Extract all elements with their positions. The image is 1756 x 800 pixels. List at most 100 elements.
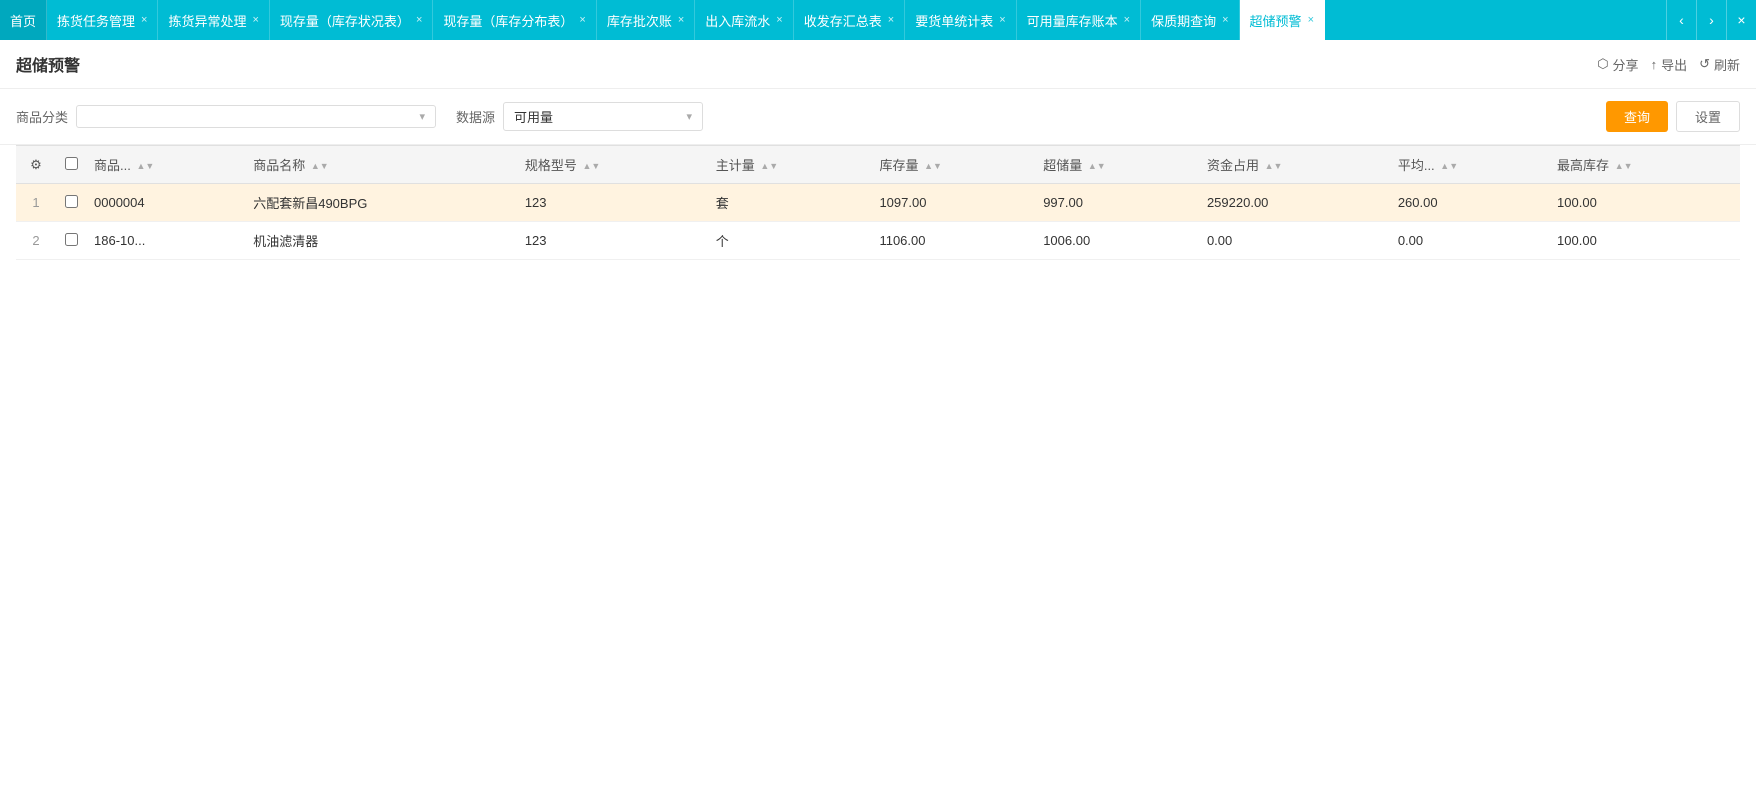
close-icon[interactable]: × [579,14,585,26]
col-max-stock-label: 最高库存 [1557,158,1609,173]
close-icon[interactable]: × [141,14,147,26]
nav-item-inout[interactable]: 出入库流水 × [695,0,793,40]
cell-product-name: 六配套新昌490BPG [245,184,517,222]
col-capital[interactable]: 资金占用 ▲▼ [1199,146,1390,184]
col-avg[interactable]: 平均... ▲▼ [1390,146,1549,184]
col-unit-label: 主计量 [716,158,755,173]
sort-icon: ▲▼ [760,162,778,171]
filter-group-datasource: 数据源 可用量 ▾ [456,102,703,131]
cell-product-code: 0000004 [86,184,245,222]
nav-item-abnormal[interactable]: 拣货异常处理 × [158,0,269,40]
cell-unit: 套 [708,184,872,222]
cell-max-stock: 100.00 [1549,184,1740,222]
refresh-button[interactable]: ↺ 刷新 [1699,55,1740,74]
row-checkbox[interactable] [65,195,78,208]
close-icon[interactable]: × [252,14,258,26]
datasource-select[interactable]: 可用量 ▾ [503,102,703,131]
col-overstock[interactable]: 超储量 ▲▼ [1035,146,1199,184]
col-capital-label: 资金占用 [1207,158,1259,173]
col-spec-label: 规格型号 [525,158,577,173]
share-icon: ⬡ [1597,56,1608,72]
header-actions: ⬡ 分享 ↑ 导出 ↺ 刷新 [1597,55,1740,74]
settings-button[interactable]: 设置 [1676,101,1740,132]
export-button[interactable]: ↑ 导出 [1651,55,1688,74]
table-container: ⚙ 商品... ▲▼ 商品名称 ▲▼ 规格型号 ▲▼ [0,145,1756,260]
cell-stock: 1106.00 [871,222,1035,260]
close-icon[interactable]: × [999,14,1005,26]
table-header-row: ⚙ 商品... ▲▼ 商品名称 ▲▼ 规格型号 ▲▼ [16,146,1740,184]
col-unit[interactable]: 主计量 ▲▼ [708,146,872,184]
page-header: 超储预警 ⬡ 分享 ↑ 导出 ↺ 刷新 [0,40,1756,89]
cell-overstock: 1006.00 [1035,222,1199,260]
filter-area: 商品分类 ▾ 数据源 可用量 ▾ 查询 设置 [0,89,1756,145]
nav-item-overstock[interactable]: 超储预警 × [1240,0,1325,40]
cell-stock: 1097.00 [871,184,1035,222]
sort-icon: ▲▼ [1615,162,1633,171]
sort-icon: ▲▼ [136,162,154,171]
cell-product-code: 186-10... [86,222,245,260]
close-icon[interactable]: × [1308,14,1314,26]
filter-actions: 查询 设置 [1606,101,1740,132]
nav-item-home[interactable]: 首页 [0,0,47,40]
nav-item-stock-status[interactable]: 现存量（库存状况表） × [270,0,433,40]
select-all-checkbox[interactable] [65,157,78,170]
nav-item-summary[interactable]: 收发存汇总表 × [794,0,905,40]
sort-icon: ▲▼ [311,162,329,171]
col-overstock-label: 超储量 [1043,158,1082,173]
cell-capital: 0.00 [1199,222,1390,260]
sort-icon: ▲▼ [582,162,600,171]
close-icon[interactable]: × [888,14,894,26]
nav-arrow-left[interactable]: ‹ [1666,0,1696,40]
col-checkbox [56,146,86,184]
sort-icon: ▲▼ [1088,162,1106,171]
nav-arrow-close[interactable]: × [1726,0,1756,40]
col-product-name[interactable]: 商品名称 ▲▼ [245,146,517,184]
sort-icon: ▲▼ [1265,162,1283,171]
share-button[interactable]: ⬡ 分享 [1597,55,1638,74]
cell-spec: 123 [517,222,708,260]
col-stock[interactable]: 库存量 ▲▼ [871,146,1035,184]
col-gear: ⚙ [16,146,56,184]
cell-max-stock: 100.00 [1549,222,1740,260]
row-num: 1 [16,184,56,222]
cell-unit: 个 [708,222,872,260]
page-content: 超储预警 ⬡ 分享 ↑ 导出 ↺ 刷新 商品分类 ▾ 数据源 [0,40,1756,800]
close-icon[interactable]: × [416,14,422,26]
nav-item-stock-dist[interactable]: 现存量（库存分布表） × [433,0,596,40]
close-icon[interactable]: × [678,14,684,26]
gear-icon[interactable]: ⚙ [30,157,42,172]
table-row: 2 186-10... 机油滤清器 123 个 1106.00 1006.00 … [16,222,1740,260]
cell-capital: 259220.00 [1199,184,1390,222]
nav-item-task[interactable]: 拣货任务管理 × [47,0,158,40]
col-product-code-label: 商品... [94,158,131,173]
close-icon[interactable]: × [776,14,782,26]
export-icon: ↑ [1651,57,1658,72]
cell-spec: 123 [517,184,708,222]
col-spec[interactable]: 规格型号 ▲▼ [517,146,708,184]
nav-arrow-right[interactable]: › [1696,0,1726,40]
sort-icon: ▲▼ [924,162,942,171]
category-label: 商品分类 [16,107,68,126]
close-icon[interactable]: × [1124,14,1130,26]
nav-item-batch[interactable]: 库存批次账 × [597,0,695,40]
row-num: 2 [16,222,56,260]
col-stock-label: 库存量 [879,158,918,173]
row-checkbox-cell [56,184,86,222]
nav-item-order-stats[interactable]: 要货单统计表 × [905,0,1016,40]
close-icon[interactable]: × [1222,14,1228,26]
refresh-icon: ↺ [1699,56,1710,72]
chevron-down-icon: ▾ [687,110,693,123]
nav-item-available[interactable]: 可用量库存账本 × [1017,0,1141,40]
col-product-code[interactable]: 商品... ▲▼ [86,146,245,184]
table-row: 1 0000004 六配套新昌490BPG 123 套 1097.00 997.… [16,184,1740,222]
page-title: 超储预警 [16,52,80,76]
category-select[interactable]: ▾ [76,105,436,128]
nav-item-expiry[interactable]: 保质期查询 × [1141,0,1239,40]
col-max-stock[interactable]: 最高库存 ▲▼ [1549,146,1740,184]
datasource-select-value: 可用量 [514,107,553,126]
row-checkbox-cell [56,222,86,260]
nav-bar: 首页 拣货任务管理 × 拣货异常处理 × 现存量（库存状况表） × 现存量（库存… [0,0,1756,40]
row-checkbox[interactable] [65,233,78,246]
query-button[interactable]: 查询 [1606,101,1668,132]
data-table: ⚙ 商品... ▲▼ 商品名称 ▲▼ 规格型号 ▲▼ [16,145,1740,260]
